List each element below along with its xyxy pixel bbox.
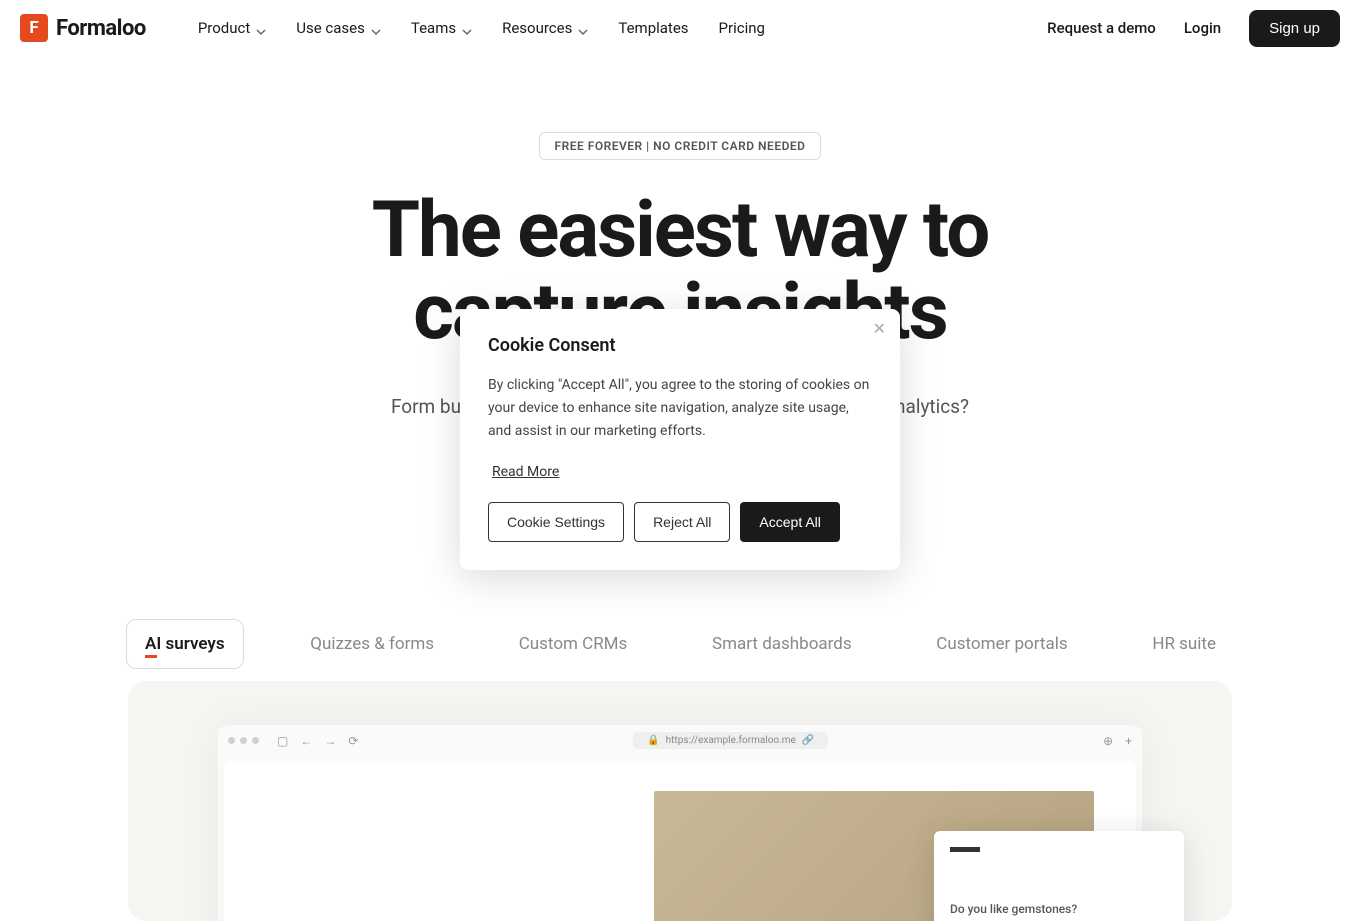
site-header: F Formaloo Product Use cases Teams <box>0 0 1360 56</box>
login-link[interactable]: Login <box>1184 19 1221 37</box>
nav-label: Templates <box>618 19 688 37</box>
nav-label: Product <box>198 19 250 37</box>
nav-item-teams[interactable]: Teams <box>411 19 472 37</box>
tab-custom-crms[interactable]: Custom CRMs <box>501 620 646 668</box>
browser-chrome-bar: ▢ ← → ⟳ 🔒 https://example.formaloo.me 🔗 … <box>218 725 1142 757</box>
traffic-light-icons <box>228 737 259 744</box>
chevron-down-icon <box>462 23 472 33</box>
plus-icon: + <box>1125 734 1132 748</box>
cookie-body-text: By clicking "Accept All", you agree to t… <box>488 374 872 443</box>
cookie-settings-button[interactable]: Cookie Settings <box>488 502 624 542</box>
nav-label: Pricing <box>719 19 765 37</box>
accept-all-button[interactable]: Accept All <box>740 502 839 542</box>
logo-text: Formaloo <box>56 16 146 41</box>
nav-item-use-cases[interactable]: Use cases <box>296 19 381 37</box>
nav-item-templates[interactable]: Templates <box>618 19 688 37</box>
logo-mark-icon: F <box>20 14 48 42</box>
nav-label: Teams <box>411 19 456 37</box>
back-icon: ← <box>300 734 312 748</box>
traffic-dot-icon <box>228 737 235 744</box>
hero-badge: FREE FOREVER | NO CREDIT CARD NEEDED <box>539 132 820 160</box>
cookie-consent-modal: ✕ Cookie Consent By clicking "Accept All… <box>460 309 900 570</box>
download-icon: ⊕ <box>1103 734 1113 748</box>
traffic-dot-icon <box>252 737 259 744</box>
tab-ai-surveys[interactable]: AI surveys <box>126 619 244 669</box>
popup-accent-icon <box>950 847 980 852</box>
reload-icon: ⟳ <box>348 734 358 748</box>
read-more-link[interactable]: Read More <box>492 464 559 480</box>
nav-item-product[interactable]: Product <box>198 19 266 37</box>
cookie-title: Cookie Consent <box>488 335 872 356</box>
tab-customer-portals[interactable]: Customer portals <box>918 620 1085 668</box>
link-icon: 🔗 <box>802 735 814 746</box>
nav-item-resources[interactable]: Resources <box>502 19 588 37</box>
browser-viewport: Do you like gemstones? <box>224 761 1136 921</box>
address-bar: 🔒 https://example.formaloo.me 🔗 <box>633 732 828 749</box>
cookie-button-row: Cookie Settings Reject All Accept All <box>488 502 872 542</box>
popup-question: Do you like gemstones? <box>950 902 1168 916</box>
nav-item-pricing[interactable]: Pricing <box>719 19 765 37</box>
tab-quizzes-forms[interactable]: Quizzes & forms <box>292 620 452 668</box>
traffic-dot-icon <box>240 737 247 744</box>
feature-tabs: AI surveys Quizzes & forms Custom CRMs S… <box>126 619 1234 669</box>
preview-panel: ▢ ← → ⟳ 🔒 https://example.formaloo.me 🔗 … <box>128 681 1232 921</box>
browser-nav-icons: ▢ ← → ⟳ <box>277 734 358 748</box>
nav-label: Use cases <box>296 19 365 37</box>
forward-icon: → <box>324 734 336 748</box>
browser-mockup: ▢ ← → ⟳ 🔒 https://example.formaloo.me 🔗 … <box>218 725 1142 921</box>
header-right: Request a demo Login Sign up <box>1047 10 1340 47</box>
tab-smart-dashboards[interactable]: Smart dashboards <box>694 620 870 668</box>
header-left: F Formaloo Product Use cases Teams <box>20 14 765 42</box>
lock-icon: 🔒 <box>647 735 659 746</box>
signup-button[interactable]: Sign up <box>1249 10 1340 47</box>
nav-label: Resources <box>502 19 572 37</box>
hero-title-line1: The easiest way to <box>372 185 989 276</box>
logo[interactable]: F Formaloo <box>20 14 146 42</box>
sidebar-icon: ▢ <box>277 734 288 748</box>
chevron-down-icon <box>371 23 381 33</box>
chevron-down-icon <box>578 23 588 33</box>
close-icon[interactable]: ✕ <box>873 321 886 337</box>
address-url: https://example.formaloo.me <box>666 735 796 746</box>
survey-popup: Do you like gemstones? <box>934 831 1184 921</box>
tab-hr-suite[interactable]: HR suite <box>1134 620 1234 668</box>
request-demo-link[interactable]: Request a demo <box>1047 19 1156 37</box>
main-nav: Product Use cases Teams Resources <box>198 19 765 37</box>
browser-right-icons: ⊕ + <box>1103 734 1132 748</box>
chevron-down-icon <box>256 23 266 33</box>
reject-all-button[interactable]: Reject All <box>634 502 730 542</box>
